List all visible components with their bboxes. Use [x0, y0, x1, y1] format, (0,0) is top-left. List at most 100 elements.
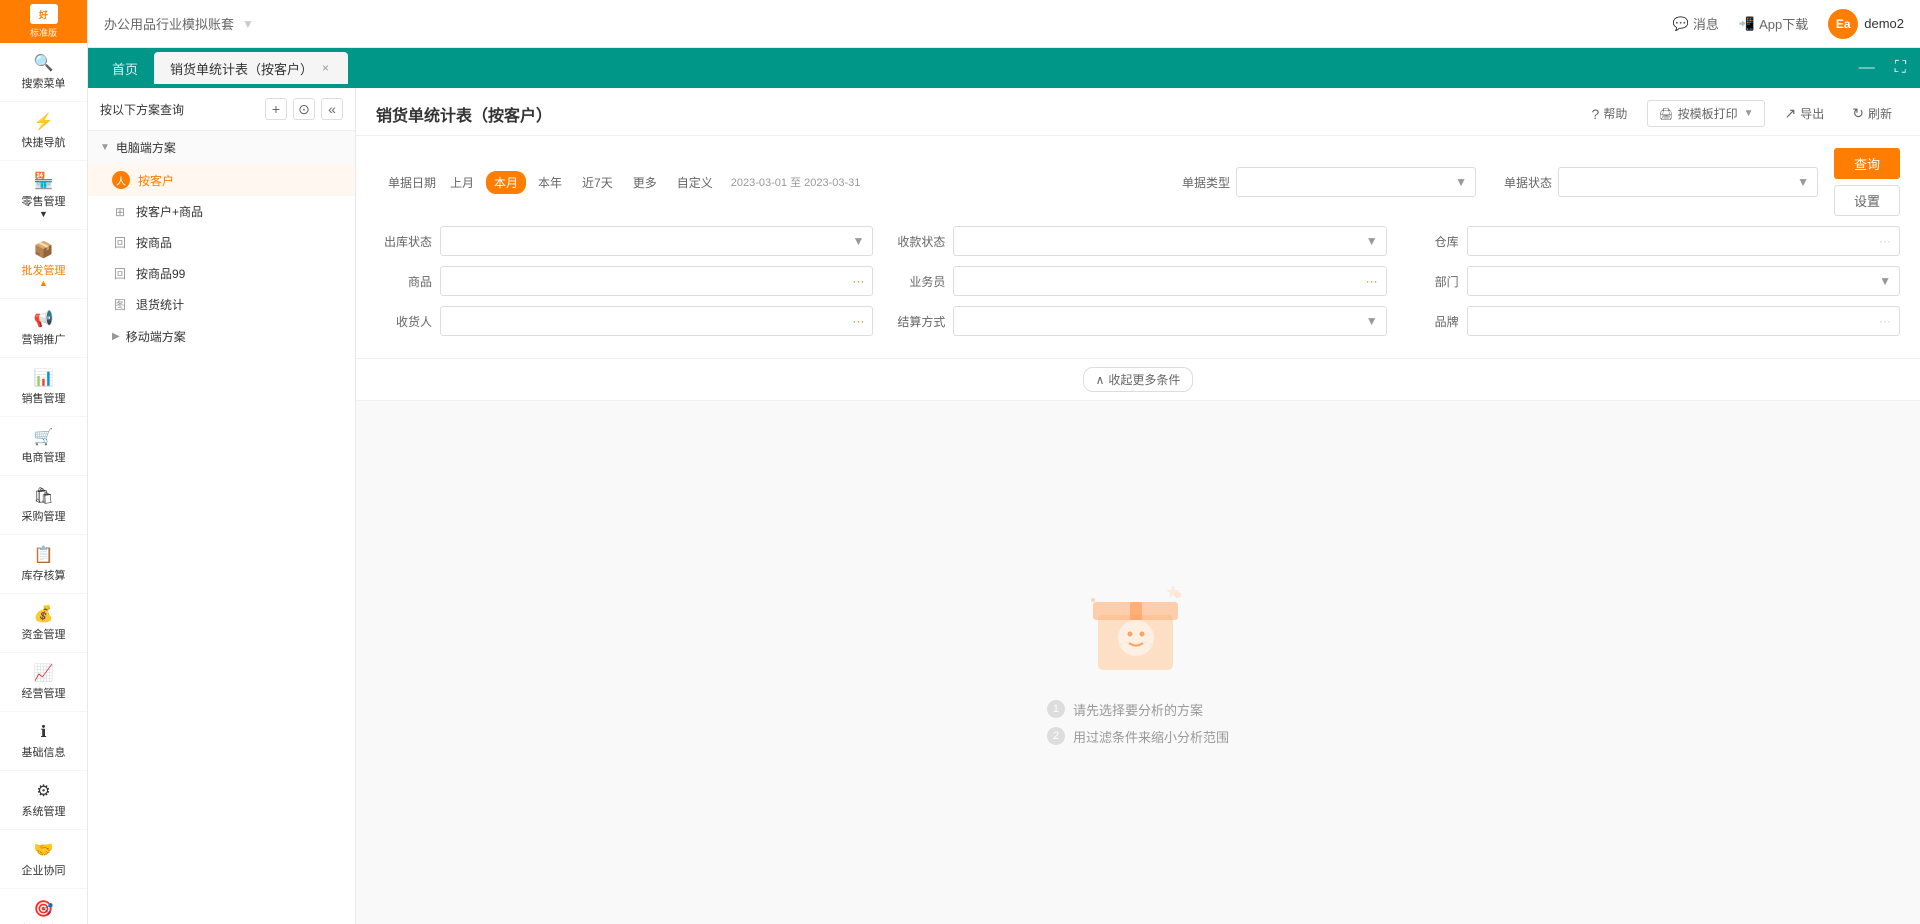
header-left: 办公用品行业模拟账套 ▼: [104, 14, 254, 33]
mobile-group[interactable]: ▶ 移动端方案: [88, 320, 355, 353]
tip-num-2: 2: [1047, 727, 1065, 745]
filter-area: 单据日期 上月 本月 本年 近7天 更多 自定义 2023-03-01 至 20…: [356, 136, 1920, 359]
out-status-arrow-icon: ▼: [852, 234, 864, 248]
sidebar-item-finance[interactable]: 💰 资金管理: [0, 594, 87, 653]
export-label: 导出: [1800, 105, 1824, 122]
desktop-group-header[interactable]: ▼ 电脑端方案: [88, 131, 355, 164]
messages-button[interactable]: 💬 消息: [1673, 14, 1719, 33]
settlement-arrow-icon: ▼: [1366, 314, 1378, 328]
scheme-add-button[interactable]: +: [265, 98, 287, 120]
finance-icon: 💰: [4, 604, 83, 624]
empty-illustration: [1078, 580, 1198, 680]
recipient-cell: 收货人 ···: [376, 306, 873, 336]
scheme-collapse-button[interactable]: «: [321, 98, 343, 120]
scheme-item-return-stats[interactable]: 图 退货统计: [88, 289, 355, 320]
empty-tip-2-text: 用过滤条件来缩小分析范围: [1073, 727, 1229, 746]
user-profile[interactable]: Ea demo2: [1828, 9, 1904, 39]
date-tab-last-month[interactable]: 上月: [442, 171, 482, 194]
sidebar-item-purchase[interactable]: 🛍 采购管理: [0, 476, 87, 535]
app-download-button[interactable]: 📲 App下载: [1739, 14, 1808, 33]
mobile-expand-icon: ▶: [112, 331, 120, 342]
tab-home[interactable]: 首页: [96, 52, 154, 84]
header-right: 💬 消息 📲 App下载 Ea demo2: [1673, 9, 1904, 39]
tab-home-label: 首页: [112, 59, 138, 78]
sidebar-item-operations[interactable]: 📈 经营管理: [0, 653, 87, 712]
scheme-item-customer[interactable]: 人 按客户: [88, 164, 355, 196]
help-button[interactable]: ? 帮助: [1584, 101, 1636, 126]
recipient-select[interactable]: ···: [440, 306, 873, 336]
scheme-panel-title: 按以下方案查询: [100, 101, 184, 118]
ecommerce-icon: 🛒: [4, 427, 83, 447]
refresh-icon: ↻: [1852, 105, 1864, 122]
date-tab-custom[interactable]: 自定义: [669, 171, 721, 194]
collapse-button[interactable]: ∧ 收起更多条件: [1083, 367, 1194, 392]
sidebar-item-sales[interactable]: 📊 销售管理: [0, 358, 87, 417]
sidebar: 好 标准版 🔍 搜索菜单 ⚡ 快捷导航 🏪 零售管理 ▼ 📦 批发管理 ▲ 📢 …: [0, 0, 88, 924]
scheme-item-customer-label: 按客户: [138, 172, 174, 189]
settlement-select[interactable]: ▼: [953, 306, 1386, 336]
date-tab-7days[interactable]: 近7天: [574, 171, 621, 194]
order-status-label: 单据状态: [1492, 174, 1552, 191]
tab-sales-stats[interactable]: 销货单统计表（按客户） ×: [154, 52, 348, 84]
right-panel: 销货单统计表（按客户） ? 帮助 🖨 按模板打印 ▼ ↗ 导出: [356, 88, 1920, 924]
system-icon: ⚙: [4, 781, 83, 801]
sidebar-item-guide[interactable]: 🎯 新手引导: [0, 889, 87, 924]
print-icon: 🖨: [1658, 107, 1673, 121]
print-button[interactable]: 🖨 按模板打印 ▼: [1647, 100, 1764, 127]
sidebar-item-wholesale[interactable]: 📦 批发管理 ▲: [0, 230, 87, 299]
customer-scheme-icon: 人: [112, 171, 130, 189]
refresh-button[interactable]: ↻ 刷新: [1844, 101, 1900, 126]
action-buttons: 查询 设置: [1834, 148, 1900, 216]
scheme-item-goods99[interactable]: 回 按商品99: [88, 258, 355, 289]
sidebar-item-search[interactable]: 🔍 搜索菜单: [0, 43, 87, 102]
date-range: 2023-03-01 至 2023-03-31: [731, 174, 861, 190]
receipt-status-select[interactable]: ▼: [953, 226, 1386, 256]
customer-goods-icon: ⊞: [112, 204, 128, 220]
goods99-icon: 回: [112, 266, 128, 282]
goods-select[interactable]: ···: [440, 266, 873, 296]
sidebar-item-quick-nav[interactable]: ⚡ 快捷导航: [0, 102, 87, 161]
order-type-select[interactable]: ▼: [1236, 167, 1476, 197]
messages-icon: 💬: [1673, 16, 1689, 32]
collapse-left-icon: «: [328, 101, 336, 117]
sidebar-item-system[interactable]: ⚙ 系统管理: [0, 771, 87, 830]
salesman-select[interactable]: ···: [953, 266, 1386, 296]
main-area: 办公用品行业模拟账套 ▼ 💬 消息 📲 App下载 Ea demo2 首页: [88, 0, 1920, 924]
date-tab-this-month[interactable]: 本月: [486, 171, 526, 194]
out-status-select[interactable]: ▼: [440, 226, 873, 256]
warehouse-select[interactable]: ···: [1467, 226, 1900, 256]
receipt-status-arrow-icon: ▼: [1366, 234, 1378, 248]
date-tab-this-year[interactable]: 本年: [530, 171, 570, 194]
scheme-copy-button[interactable]: ⊙: [293, 98, 315, 120]
scheme-item-customer-goods[interactable]: ⊞ 按客户+商品: [88, 196, 355, 227]
brand-cell: 品牌 ···: [1403, 306, 1900, 336]
department-arrow-icon: ▼: [1879, 274, 1891, 288]
brand-label: 品牌: [1403, 313, 1459, 330]
content-area: 按以下方案查询 + ⊙ « ▼ 电脑端方案: [88, 88, 1920, 924]
page-toolbar: ? 帮助 🖨 按模板打印 ▼ ↗ 导出 ↻ 刷新: [1584, 100, 1900, 127]
sidebar-item-ecommerce[interactable]: 🛒 电商管理: [0, 417, 87, 476]
department-select[interactable]: ▼: [1467, 266, 1900, 296]
sidebar-item-base-info[interactable]: ℹ 基础信息: [0, 712, 87, 771]
tab-close-icon[interactable]: ×: [319, 60, 332, 76]
export-button[interactable]: ↗ 导出: [1777, 101, 1833, 126]
sidebar-item-retail[interactable]: 🏪 零售管理 ▼: [0, 161, 87, 230]
tab-maximize-icon[interactable]: ⛶: [1889, 57, 1912, 79]
query-button[interactable]: 查询: [1834, 148, 1900, 179]
tab-minimize-icon[interactable]: —: [1853, 57, 1881, 79]
sidebar-item-collab[interactable]: 🤝 企业协同: [0, 830, 87, 889]
order-status-select[interactable]: ▼: [1558, 167, 1818, 197]
app-logo: 好 标准版: [0, 0, 87, 43]
page-title: 销货单统计表（按客户）: [376, 102, 552, 126]
wholesale-icon: 📦: [4, 240, 83, 260]
search-icon: 🔍: [4, 53, 83, 73]
filter-row-2: 出库状态 ▼ 收款状态 ▼ 仓库: [376, 226, 1900, 256]
scheme-item-goods[interactable]: 回 按商品: [88, 227, 355, 258]
brand-select[interactable]: ···: [1467, 306, 1900, 336]
sidebar-item-inventory[interactable]: 📋 库存核算: [0, 535, 87, 594]
sidebar-item-marketing[interactable]: 📢 营销推广: [0, 299, 87, 358]
settings-button[interactable]: 设置: [1834, 185, 1900, 216]
date-tab-more[interactable]: 更多: [625, 171, 665, 194]
inventory-icon: 📋: [4, 545, 83, 565]
group-expand-icon: ▼: [100, 142, 110, 153]
